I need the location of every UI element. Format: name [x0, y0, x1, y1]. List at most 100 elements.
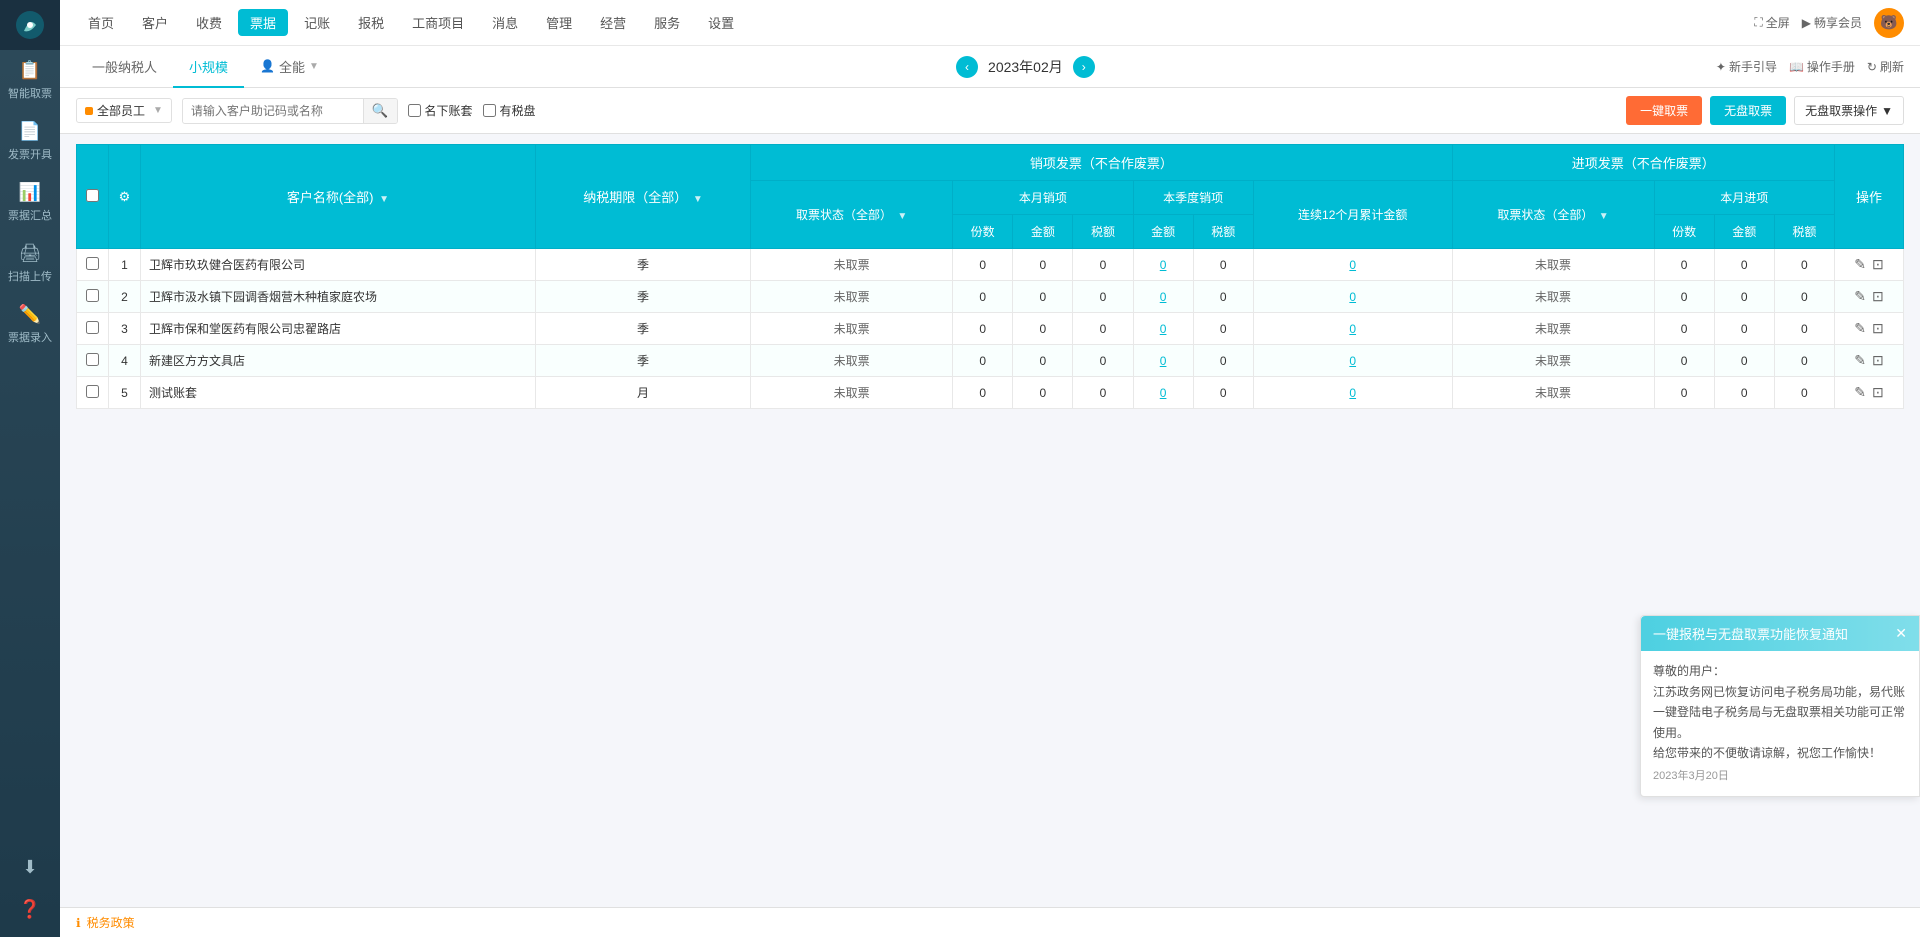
topnav: 首页 客户 收费 票据 记账 报税 工商项目 消息 管理 经营 服务 设置 ⛶ …: [60, 0, 1920, 46]
input-status-filter-icon[interactable]: ▼: [1599, 211, 1609, 222]
employee-chevron-icon: ▼: [153, 105, 163, 116]
edit-icon-4[interactable]: ✎: [1854, 384, 1866, 401]
search-input[interactable]: [183, 100, 363, 122]
edit-icon-2[interactable]: ✎: [1854, 320, 1866, 337]
topnav-invoice[interactable]: 票据: [238, 9, 288, 36]
sidebar-item-invoice-summary[interactable]: 📊 票据汇总: [0, 172, 60, 233]
tab-small-scale[interactable]: 小规模: [173, 46, 244, 88]
has-disk-checkbox[interactable]: [483, 104, 496, 117]
th-client: 客户名称(全部) ▼: [141, 145, 536, 249]
row-no-0: 1: [109, 249, 141, 281]
table-row: 3 卫辉市保和堂医药有限公司忠翟路店 季 未取票 0 0 0 0 0 0 未取票…: [77, 313, 1904, 345]
edit-icon-1[interactable]: ✎: [1854, 288, 1866, 305]
fullscreen-btn[interactable]: ⛶ 全屏: [1754, 14, 1789, 31]
sidebar: 📋 智能取票 📄 发票开具 📊 票据汇总 🖨 扫描上传 ✏️ 票据录入 ⬇ ❓: [0, 0, 60, 937]
dropdown-arrow-icon: ▼: [1881, 104, 1893, 118]
row-i-month-tax-4: 0: [1774, 377, 1834, 409]
topnav-operation[interactable]: 经营: [588, 9, 638, 36]
no-disk-fetch-btn[interactable]: 无盘取票: [1710, 96, 1786, 125]
checkbox-has-disk[interactable]: 有税盘: [483, 102, 536, 119]
row-checkbox-3[interactable]: [77, 345, 109, 377]
invoice-summary-icon: 📊: [19, 182, 41, 203]
sidebar-download[interactable]: ⬇: [0, 849, 60, 885]
employee-label: 全部员工: [97, 102, 145, 119]
client-filter-icon[interactable]: ▼: [379, 194, 389, 205]
subtabs: 一般纳税人 小规模 👤 全能 ▼ ‹ 2023年02月 › ✦ 新手引导: [60, 46, 1920, 88]
settings-icon[interactable]: ⚙: [119, 189, 131, 204]
row-checkbox-0[interactable]: [77, 249, 109, 281]
table-row: 5 测试账套 月 未取票 0 0 0 0 0 0 未取票 0 0 0 ✎ ⊡: [77, 377, 1904, 409]
month-next-btn[interactable]: ›: [1073, 56, 1095, 78]
th-sq-amount: 金额: [1133, 215, 1193, 249]
row-s-month-tax-4: 0: [1073, 377, 1133, 409]
topnav-business[interactable]: 工商项目: [400, 9, 476, 36]
member-btn[interactable]: ▶ 畅享会员: [1802, 14, 1862, 31]
topnav-right: ⛶ 全屏 ▶ 畅享会员 🐻: [1754, 8, 1904, 38]
no-disk-op-btn[interactable]: 无盘取票操作 ▼: [1794, 96, 1904, 125]
topnav-message[interactable]: 消息: [480, 9, 530, 36]
row-checkbox-2[interactable]: [77, 313, 109, 345]
sales-status-filter-icon[interactable]: ▼: [897, 211, 907, 222]
topnav-settings[interactable]: 设置: [696, 9, 746, 36]
refresh-btn[interactable]: ↻ 刷新: [1867, 58, 1904, 75]
sidebar-item-smart-fetch[interactable]: 📋 智能取票: [0, 50, 60, 111]
th-sales-status: 取票状态（全部） ▼: [751, 181, 953, 249]
th-settings: ⚙: [109, 145, 141, 249]
topnav-client[interactable]: 客户: [130, 9, 180, 36]
row-checkbox-1[interactable]: [77, 281, 109, 313]
row-i-month-amount-4: 0: [1714, 377, 1774, 409]
employee-select[interactable]: 全部员工 ▼: [76, 98, 172, 123]
topnav-bookkeeping[interactable]: 记账: [292, 9, 342, 36]
row-i-month-tax-3: 0: [1774, 345, 1834, 377]
topnav-tax[interactable]: 报税: [346, 9, 396, 36]
own-accounts-checkbox[interactable]: [408, 104, 421, 117]
checkbox-own-accounts[interactable]: 名下账套: [408, 102, 473, 119]
view-icon-4[interactable]: ⊡: [1872, 384, 1884, 401]
row-client-3: 新建区方方文具店: [141, 345, 536, 377]
edit-icon-3[interactable]: ✎: [1854, 352, 1866, 369]
month-prev-btn[interactable]: ‹: [956, 56, 978, 78]
row-period-0: 季: [535, 249, 750, 281]
row-i-month-count-1: 0: [1654, 281, 1714, 313]
sidebar-item-scan-upload[interactable]: 🖨 扫描上传: [0, 233, 60, 294]
bottom-bar: ℹ 税务政策: [60, 907, 1920, 937]
row-actions-1: ✎ ⊡: [1834, 281, 1903, 313]
view-icon-3[interactable]: ⊡: [1872, 352, 1884, 369]
row-i-month-amount-2: 0: [1714, 313, 1774, 345]
tab-general-taxpayer[interactable]: 一般纳税人: [76, 46, 173, 88]
row-s-month-tax-0: 0: [1073, 249, 1133, 281]
row-i-month-amount-1: 0: [1714, 281, 1774, 313]
period-filter-icon[interactable]: ▼: [693, 194, 703, 205]
tab-all[interactable]: 👤 全能 ▼: [244, 46, 335, 88]
topnav-manage[interactable]: 管理: [534, 9, 584, 36]
row-s-quarter-tax-4: 0: [1193, 377, 1253, 409]
row-checkbox-4[interactable]: [77, 377, 109, 409]
tax-policy-link[interactable]: 税务政策: [87, 914, 135, 931]
topnav-billing[interactable]: 收费: [184, 9, 234, 36]
topnav-home[interactable]: 首页: [76, 9, 126, 36]
view-icon-2[interactable]: ⊡: [1872, 320, 1884, 337]
one-click-fetch-btn[interactable]: 一键取票: [1626, 96, 1702, 125]
row-no-1: 2: [109, 281, 141, 313]
sidebar-help[interactable]: ❓: [0, 891, 60, 927]
sidebar-item-invoice-entry[interactable]: ✏️ 票据录入: [0, 294, 60, 355]
row-i-month-count-2: 0: [1654, 313, 1714, 345]
th-quarter-sales: 本季度销项: [1133, 181, 1253, 215]
content: 一般纳税人 小规模 👤 全能 ▼ ‹ 2023年02月 › ✦ 新手引导: [60, 46, 1920, 937]
sidebar-item-issue-invoice[interactable]: 📄 发票开具: [0, 111, 60, 172]
search-button[interactable]: 🔍: [363, 99, 397, 123]
new-guide-btn[interactable]: ✦ 新手引导: [1716, 58, 1777, 75]
th-s-amount: 金额: [1013, 215, 1073, 249]
avatar[interactable]: 🐻: [1874, 8, 1904, 38]
topnav-service[interactable]: 服务: [642, 9, 692, 36]
row-12month-2: 0: [1253, 313, 1452, 345]
view-icon-0[interactable]: ⊡: [1872, 256, 1884, 273]
edit-icon-0[interactable]: ✎: [1854, 256, 1866, 273]
notification-close-btn[interactable]: ✕: [1895, 625, 1907, 642]
refresh-icon: ↻: [1867, 60, 1877, 74]
row-i-month-count-3: 0: [1654, 345, 1714, 377]
manual-btn[interactable]: 📖 操作手册: [1789, 58, 1855, 75]
view-icon-1[interactable]: ⊡: [1872, 288, 1884, 305]
select-all-checkbox[interactable]: [86, 189, 99, 202]
month-nav-area: ‹ 2023年02月 ›: [335, 56, 1716, 78]
